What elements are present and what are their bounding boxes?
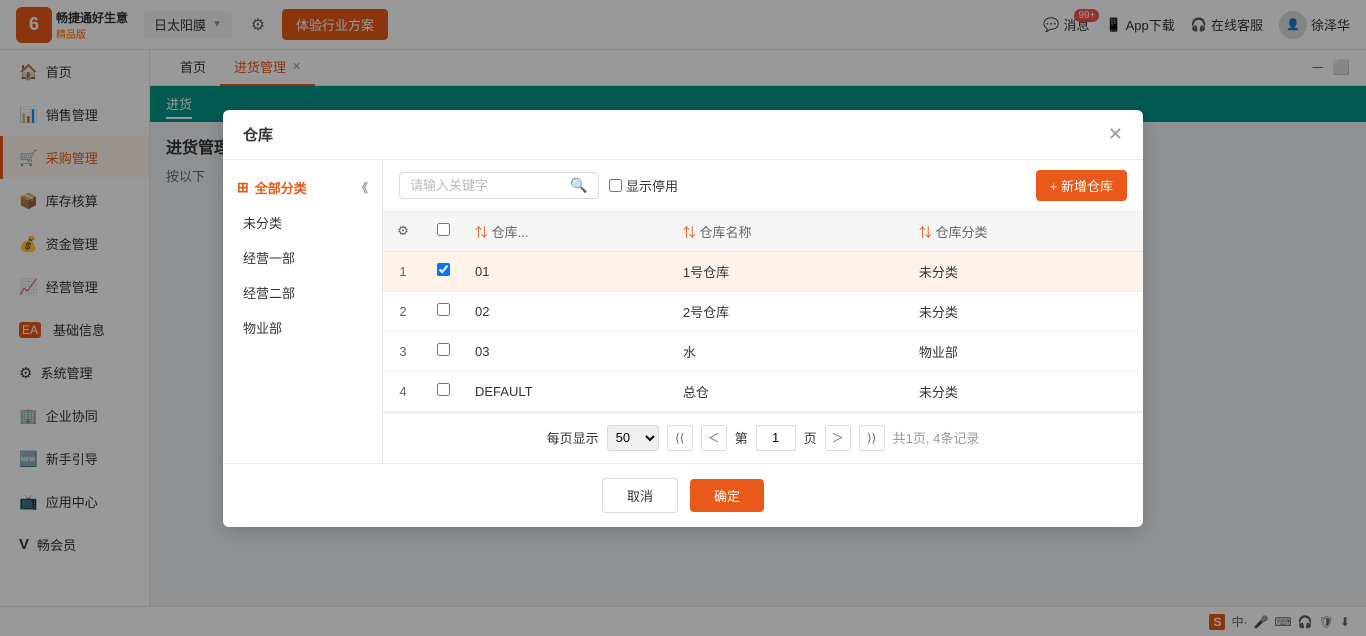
show-disabled-label: 显示停用 xyxy=(609,176,678,195)
warehouse-modal: 仓库 ✕ ⊞ 全部分类 《 未分类 经营一部 经营二部 物业部 xyxy=(223,110,1143,527)
table-row[interactable]: 2 02 2号仓库 未分类 xyxy=(383,291,1143,331)
col-settings: ⚙ xyxy=(383,212,423,252)
col-checkbox xyxy=(423,212,463,252)
total-info: 共1页, 4条记录 xyxy=(893,428,980,447)
row-checkbox[interactable] xyxy=(423,331,463,371)
modal-footer: 取消 确定 xyxy=(223,463,1143,527)
select-all-checkbox[interactable] xyxy=(437,223,450,236)
row-num: 2 xyxy=(383,291,423,331)
row-category: 未分类 xyxy=(907,291,1143,331)
last-page-button[interactable]: ⟩⟩ xyxy=(859,425,885,451)
row-code: DEFAULT xyxy=(463,371,671,411)
sort-icon3: ⇅ xyxy=(919,225,932,240)
grid-icon: ⊞ xyxy=(237,179,249,196)
show-disabled-checkbox[interactable] xyxy=(609,179,622,192)
cat-item-dept1[interactable]: 经营一部 xyxy=(223,240,382,275)
cancel-button[interactable]: 取消 xyxy=(602,478,678,513)
sort-icon: ⇅ xyxy=(475,225,488,240)
table-row[interactable]: 1 01 1号仓库 未分类 xyxy=(383,251,1143,291)
search-input[interactable] xyxy=(410,178,570,193)
row-num: 1 xyxy=(383,251,423,291)
first-page-button[interactable]: ⟨⟨ xyxy=(667,425,693,451)
modal-title: 仓库 xyxy=(243,124,273,145)
row-checkbox[interactable] xyxy=(423,291,463,331)
confirm-button[interactable]: 确定 xyxy=(690,479,764,512)
row-name: 2号仓库 xyxy=(671,291,907,331)
add-warehouse-button[interactable]: + 新增仓库 xyxy=(1036,170,1127,201)
all-category-left: ⊞ 全部分类 xyxy=(237,178,307,197)
page-input[interactable] xyxy=(756,425,796,451)
row-checkbox[interactable] xyxy=(423,251,463,291)
table-row[interactable]: 3 03 水 物业部 xyxy=(383,331,1143,371)
modal-header: 仓库 ✕ xyxy=(223,110,1143,160)
col-code: ⇅ 仓库... xyxy=(463,212,671,252)
col-name: ⇅ 仓库名称 xyxy=(671,212,907,252)
per-page-label: 每页显示 xyxy=(547,428,599,447)
search-icon[interactable]: 🔍 xyxy=(570,177,587,194)
cat-item-dept2[interactable]: 经营二部 xyxy=(223,275,382,310)
modal-toolbar: 🔍 显示停用 + 新增仓库 xyxy=(383,160,1143,212)
row-name: 1号仓库 xyxy=(671,251,907,291)
main-panel: 🔍 显示停用 + 新增仓库 ⚙ xyxy=(383,160,1143,463)
row-category: 未分类 xyxy=(907,371,1143,411)
table-row[interactable]: 4 DEFAULT 总仓 未分类 xyxy=(383,371,1143,411)
sort-icon2: ⇅ xyxy=(683,225,696,240)
all-category-header[interactable]: ⊞ 全部分类 《 xyxy=(223,170,382,205)
prev-page-button[interactable]: ＜ xyxy=(701,425,727,451)
page-label: 第 xyxy=(735,428,748,447)
modal-overlay: 仓库 ✕ ⊞ 全部分类 《 未分类 经营一部 经营二部 物业部 xyxy=(0,0,1366,636)
row-code: 01 xyxy=(463,251,671,291)
warehouse-table: ⚙ ⇅ 仓库... ⇅ 仓库名称 xyxy=(383,212,1143,412)
row-num: 3 xyxy=(383,331,423,371)
search-box: 🔍 xyxy=(399,172,599,199)
cat-item-property[interactable]: 物业部 xyxy=(223,310,382,345)
modal-close-button[interactable]: ✕ xyxy=(1108,124,1123,145)
row-category: 物业部 xyxy=(907,331,1143,371)
row-checkbox[interactable] xyxy=(423,371,463,411)
row-num: 4 xyxy=(383,371,423,411)
all-category-label: 全部分类 xyxy=(255,178,307,197)
row-code: 03 xyxy=(463,331,671,371)
row-name: 总仓 xyxy=(671,371,907,411)
pagination: 每页显示 50 100 ⟨⟨ ＜ 第 页 ＞ ⟩⟩ 共1页, 4条记录 xyxy=(383,412,1143,463)
next-page-button[interactable]: ＞ xyxy=(825,425,851,451)
page-suffix: 页 xyxy=(804,428,817,447)
col-category: ⇅ 仓库分类 xyxy=(907,212,1143,252)
category-sidebar: ⊞ 全部分类 《 未分类 经营一部 经营二部 物业部 xyxy=(223,160,383,463)
collapse-icon[interactable]: 《 xyxy=(356,179,368,196)
cat-item-unclassified[interactable]: 未分类 xyxy=(223,205,382,240)
show-disabled-text: 显示停用 xyxy=(626,176,678,195)
row-code: 02 xyxy=(463,291,671,331)
per-page-select[interactable]: 50 100 xyxy=(607,425,659,451)
row-category: 未分类 xyxy=(907,251,1143,291)
modal-body: ⊞ 全部分类 《 未分类 经营一部 经营二部 物业部 🔍 xyxy=(223,160,1143,463)
row-name: 水 xyxy=(671,331,907,371)
